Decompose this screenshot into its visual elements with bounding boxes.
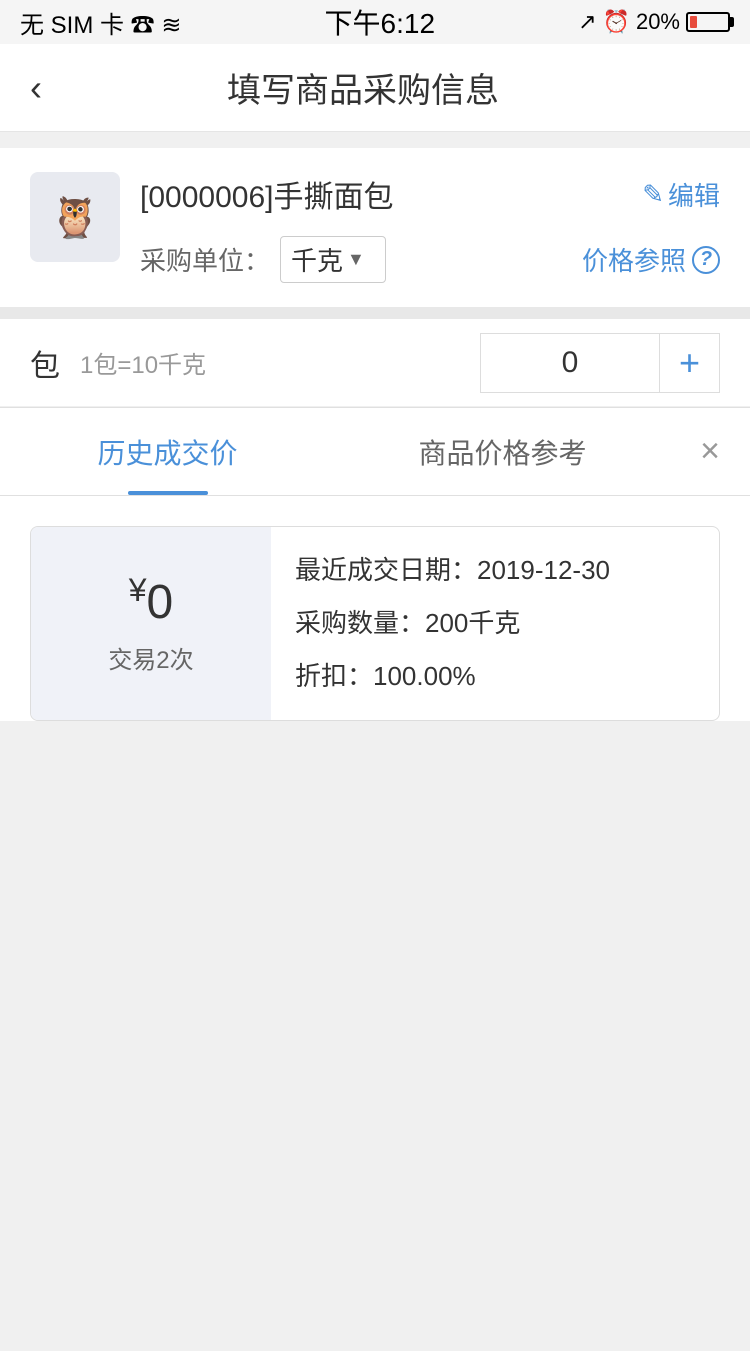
discount-value: 100.00%: [373, 661, 476, 691]
carrier-text: 无 SIM 卡 ☎ ≋: [20, 5, 181, 40]
product-logo-icon: 🦉: [50, 194, 100, 241]
unit-label-area: 采购单位： 千克 ▼: [140, 236, 386, 283]
history-price-block: ¥0 交易2次: [31, 527, 271, 720]
history-detail-block: 最近成交日期：2019-12-30 采购数量：200千克 折扣：100.00%: [271, 527, 719, 720]
price-ref-label: 价格参照: [582, 241, 686, 278]
purchase-qty-label: 采购数量：: [295, 608, 425, 638]
purchase-qty-value: 200千克: [425, 608, 520, 638]
tab-active-underline: [128, 491, 208, 495]
unit-value: 千克: [291, 241, 343, 278]
discount-label: 折扣：: [295, 661, 373, 691]
recent-date-row: 最近成交日期：2019-12-30: [295, 551, 695, 590]
product-name: [0000006]手撕面包: [140, 172, 393, 216]
unit-select[interactable]: 千克 ▼: [280, 236, 386, 283]
tabs-header: 历史成交价 商品价格参考 ×: [0, 408, 750, 496]
qty-conversion-note: 1包=10千克: [80, 345, 460, 380]
product-thumbnail: 🦉: [30, 172, 120, 262]
dropdown-arrow-icon: ▼: [347, 249, 365, 270]
quantity-row: 包 1包=10千克 +: [0, 319, 750, 407]
battery-percent: 20%: [636, 9, 680, 35]
edit-button[interactable]: ✎ 编辑: [642, 176, 720, 213]
main-content-area: [0, 751, 750, 1351]
recent-date-label: 最近成交日期：: [295, 555, 477, 585]
close-panel-button[interactable]: ×: [670, 408, 750, 495]
history-card: ¥0 交易2次 最近成交日期：2019-12-30 采购数量：200千克 折扣：…: [30, 526, 720, 721]
edit-label: 编辑: [668, 176, 720, 213]
purchase-qty-row: 采购数量：200千克: [295, 604, 695, 643]
qty-input[interactable]: [480, 333, 660, 393]
qty-plus-button[interactable]: +: [660, 333, 720, 393]
page-title: 填写商品采购信息: [62, 63, 664, 112]
tabs-panel: 历史成交价 商品价格参考 × ¥0 交易2次 最近成交日期：2019-12-30…: [0, 407, 750, 721]
tab-history-label: 历史成交价: [97, 432, 237, 472]
tab-history-price[interactable]: 历史成交价: [0, 408, 335, 495]
price-reference-link[interactable]: 价格参照 ?: [582, 241, 720, 278]
status-left: 无 SIM 卡 ☎ ≋: [20, 5, 181, 40]
qty-input-area: +: [480, 333, 720, 393]
close-icon: ×: [700, 432, 720, 471]
battery-icon: [686, 12, 730, 32]
section-divider: [0, 307, 750, 319]
location-icon: ↗: [578, 9, 596, 35]
unit-label-text: 采购单位：: [140, 241, 270, 278]
discount-row: 折扣：100.00%: [295, 657, 695, 696]
qty-unit-label: 包: [30, 341, 60, 385]
alarm-icon: ⏰: [603, 9, 630, 35]
tab-price-ref-label: 商品价格参考: [418, 432, 586, 472]
product-info: [0000006]手撕面包 ✎ 编辑 采购单位： 千克 ▼ 价格参照: [140, 172, 720, 283]
status-time: 下午6:12: [325, 2, 436, 42]
status-right: ↗ ⏰ 20%: [578, 9, 730, 35]
header: ‹ 填写商品采购信息: [0, 44, 750, 132]
edit-icon: ✎: [642, 179, 664, 210]
help-circle-icon: ?: [692, 246, 720, 274]
status-bar: 无 SIM 卡 ☎ ≋ 下午6:12 ↗ ⏰ 20%: [0, 0, 750, 44]
product-card: 🦉 [0000006]手撕面包 ✎ 编辑 采购单位： 千克 ▼: [0, 148, 750, 307]
history-trades-count: 交易2次: [108, 640, 193, 675]
price-amount: 0: [147, 576, 174, 629]
currency-symbol: ¥: [129, 572, 147, 608]
recent-date-value: 2019-12-30: [477, 555, 610, 585]
history-price-value: ¥0: [129, 572, 174, 630]
tab-price-reference[interactable]: 商品价格参考: [335, 408, 670, 495]
back-button[interactable]: ‹: [30, 70, 42, 106]
